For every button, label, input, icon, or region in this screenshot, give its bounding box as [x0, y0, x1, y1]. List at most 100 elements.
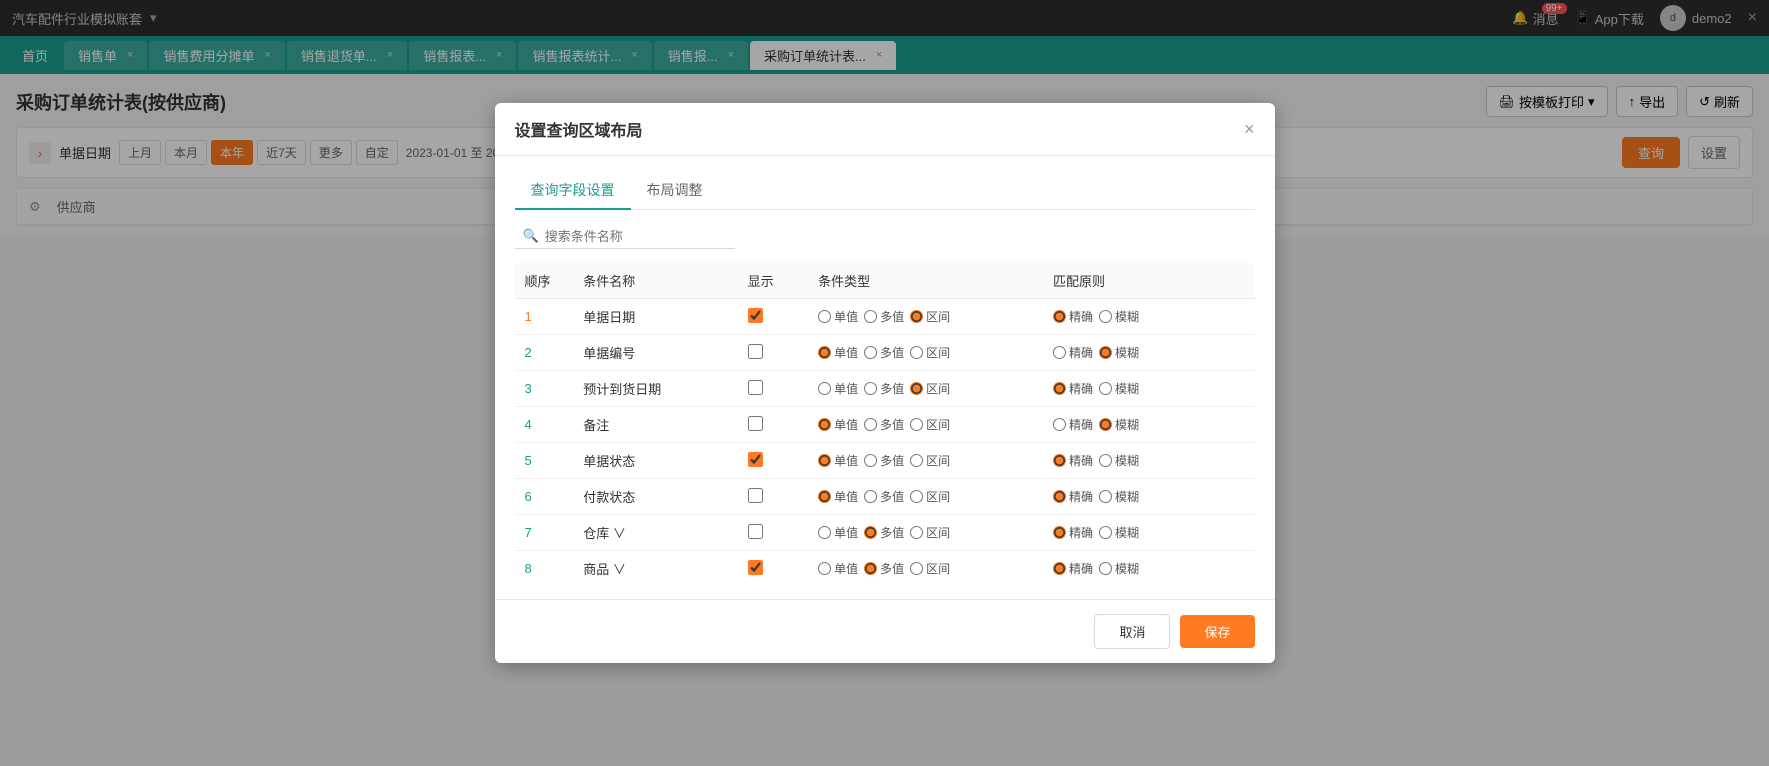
type-option[interactable]: 多值	[864, 488, 904, 505]
save-button[interactable]: 保存	[1180, 615, 1254, 648]
row-condition-name: 商品 ∨	[573, 551, 737, 584]
order-number: 1	[525, 309, 532, 324]
match-option[interactable]: 模糊	[1099, 452, 1139, 469]
match-option[interactable]: 精确	[1053, 308, 1093, 325]
row-display	[738, 479, 808, 515]
row-type: 单值多值区间	[808, 443, 1043, 479]
type-option[interactable]: 单值	[818, 560, 858, 577]
cancel-button[interactable]: 取消	[1094, 614, 1170, 649]
match-option[interactable]: 模糊	[1099, 488, 1139, 505]
row-match: 精确模糊	[1043, 299, 1254, 335]
modal-overlay: 设置查询区域布局 × 查询字段设置 布局调整 🔍 顺序	[0, 0, 1769, 766]
row-condition-name: 单据状态	[573, 443, 737, 479]
row-order: 7	[515, 515, 574, 551]
type-option[interactable]: 多值	[864, 380, 904, 397]
row-order: 8	[515, 551, 574, 584]
type-option[interactable]: 单值	[818, 344, 858, 361]
type-option[interactable]: 单值	[818, 380, 858, 397]
th-type: 条件类型	[808, 263, 1043, 299]
type-option[interactable]: 区间	[910, 416, 950, 433]
display-checkbox[interactable]	[748, 452, 763, 467]
search-input[interactable]	[545, 229, 727, 244]
order-number: 6	[525, 489, 532, 504]
match-option[interactable]: 模糊	[1099, 524, 1139, 541]
type-option[interactable]: 单值	[818, 452, 858, 469]
match-option[interactable]: 精确	[1053, 488, 1093, 505]
display-checkbox[interactable]	[748, 308, 763, 323]
settings-modal: 设置查询区域布局 × 查询字段设置 布局调整 🔍 顺序	[495, 103, 1275, 663]
type-option[interactable]: 区间	[910, 308, 950, 325]
type-option[interactable]: 区间	[910, 380, 950, 397]
match-option[interactable]: 精确	[1053, 380, 1093, 397]
match-option[interactable]: 精确	[1053, 452, 1093, 469]
modal-close-button[interactable]: ×	[1244, 119, 1255, 140]
match-option[interactable]: 模糊	[1099, 560, 1139, 577]
type-option[interactable]: 多值	[864, 524, 904, 541]
row-order: 5	[515, 443, 574, 479]
table-row: 5单据状态单值多值区间精确模糊	[515, 443, 1255, 479]
row-order: 6	[515, 479, 574, 515]
type-option[interactable]: 区间	[910, 524, 950, 541]
modal-tabs: 查询字段设置 布局调整	[515, 172, 1255, 210]
type-option[interactable]: 多值	[864, 308, 904, 325]
row-display	[738, 515, 808, 551]
row-condition-name: 单据日期	[573, 299, 737, 335]
order-number: 5	[525, 453, 532, 468]
type-option[interactable]: 单值	[818, 488, 858, 505]
row-condition-name: 付款状态	[573, 479, 737, 515]
row-display	[738, 371, 808, 407]
type-option[interactable]: 多值	[864, 344, 904, 361]
row-match: 精确模糊	[1043, 371, 1254, 407]
row-match: 精确模糊	[1043, 551, 1254, 584]
row-display	[738, 407, 808, 443]
row-type: 单值多值区间	[808, 407, 1043, 443]
display-checkbox[interactable]	[748, 380, 763, 395]
row-match: 精确模糊	[1043, 443, 1254, 479]
row-condition-name: 预计到货日期	[573, 371, 737, 407]
table-row: 2单据编号单值多值区间精确模糊	[515, 335, 1255, 371]
modal-title: 设置查询区域布局	[515, 117, 643, 141]
table-row: 6 付款状态 单值多值区间 精确模糊	[515, 479, 1255, 515]
type-option[interactable]: 区间	[910, 452, 950, 469]
row-match: 精确模糊	[1043, 407, 1254, 443]
display-checkbox[interactable]	[748, 524, 763, 539]
match-option[interactable]: 模糊	[1099, 344, 1139, 361]
th-display: 显示	[738, 263, 808, 299]
display-checkbox[interactable]	[748, 560, 763, 575]
display-checkbox[interactable]	[748, 344, 763, 359]
modal-tab-layout[interactable]: 布局调整	[631, 172, 719, 210]
search-box: 🔍	[515, 224, 735, 249]
type-option[interactable]: 区间	[910, 488, 950, 505]
row-match: 精确模糊	[1043, 479, 1254, 515]
type-option[interactable]: 多值	[864, 416, 904, 433]
type-option[interactable]: 单值	[818, 416, 858, 433]
order-number: 7	[525, 525, 532, 540]
row-order: 3	[515, 371, 574, 407]
match-option[interactable]: 精确	[1053, 344, 1093, 361]
display-checkbox[interactable]	[748, 488, 763, 503]
row-type: 单值多值区间	[808, 335, 1043, 371]
row-display	[738, 299, 808, 335]
config-table-header: 顺序 条件名称 显示 条件类型 匹配原则	[515, 263, 1255, 299]
match-option[interactable]: 模糊	[1099, 380, 1139, 397]
match-option[interactable]: 精确	[1053, 416, 1093, 433]
type-option[interactable]: 多值	[864, 560, 904, 577]
match-option[interactable]: 精确	[1053, 524, 1093, 541]
match-option[interactable]: 模糊	[1099, 308, 1139, 325]
modal-header: 设置查询区域布局 ×	[495, 103, 1275, 156]
row-order: 1	[515, 299, 574, 335]
display-checkbox[interactable]	[748, 416, 763, 431]
type-option[interactable]: 区间	[910, 344, 950, 361]
match-option[interactable]: 模糊	[1099, 416, 1139, 433]
match-option[interactable]: 精确	[1053, 560, 1093, 577]
row-display	[738, 551, 808, 584]
row-type: 单值多值区间	[808, 299, 1043, 335]
table-row: 4备注单值多值区间精确模糊	[515, 407, 1255, 443]
row-display	[738, 335, 808, 371]
type-option[interactable]: 单值	[818, 308, 858, 325]
row-type: 单值多值区间	[808, 515, 1043, 551]
modal-tab-query-fields[interactable]: 查询字段设置	[515, 172, 631, 210]
type-option[interactable]: 单值	[818, 524, 858, 541]
type-option[interactable]: 区间	[910, 560, 950, 577]
type-option[interactable]: 多值	[864, 452, 904, 469]
